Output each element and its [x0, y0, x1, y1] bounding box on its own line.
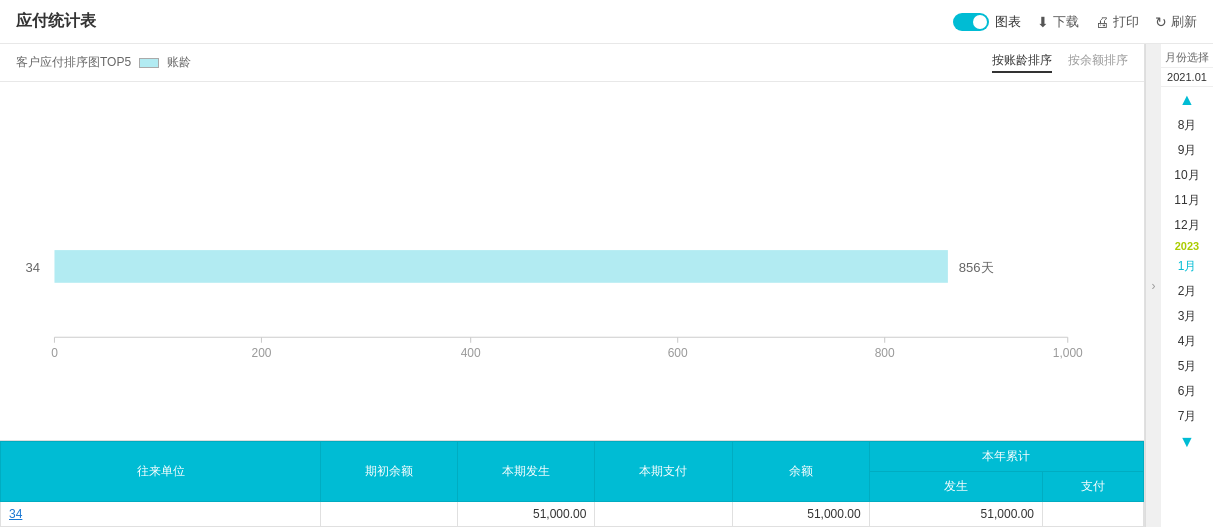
th-unit: 往来单位 — [1, 442, 321, 502]
chart-tabs: 按账龄排序 按余额排序 — [992, 52, 1128, 73]
th-period-balance: 期初余额 — [321, 442, 458, 502]
td-period-balance — [321, 502, 458, 527]
th-year-occur: 发生 — [869, 472, 1042, 502]
sidebar-year-label: 2023 — [1161, 238, 1213, 254]
sidebar-month-5[interactable]: 5月 — [1161, 354, 1213, 379]
chart-toggle-group: 图表 — [953, 13, 1021, 31]
table-area: 往来单位 期初余额 本期发生 本期支付 余额 本年累计 发生 支付 — [0, 440, 1144, 527]
chart-svg: 34 856天 0 200 400 600 800 1,000 — [0, 90, 1144, 432]
page-container: 应付统计表 图表 ⬇ 下载 🖨 打印 ↻ 刷新 — [0, 0, 1213, 527]
svg-text:200: 200 — [251, 346, 271, 360]
sidebar-down-button[interactable]: ▼ — [1161, 429, 1213, 455]
refresh-label: 刷新 — [1171, 13, 1197, 31]
main-content: 客户应付排序图TOP5 账龄 按账龄排序 按余额排序 34 856天 — [0, 44, 1213, 527]
refresh-button[interactable]: ↻ 刷新 — [1155, 13, 1197, 31]
download-icon: ⬇ — [1037, 14, 1049, 30]
sidebar-month-12[interactable]: 12月 — [1161, 213, 1213, 238]
sidebar-month-7[interactable]: 7月 — [1161, 404, 1213, 429]
th-balance: 余额 — [732, 442, 869, 502]
th-current-occur: 本期发生 — [458, 442, 595, 502]
td-current-pay — [595, 502, 732, 527]
td-unit[interactable]: 34 — [1, 502, 321, 527]
td-current-occur: 51,000.00 — [458, 502, 595, 527]
data-table: 往来单位 期初余额 本期发生 本期支付 余额 本年累计 发生 支付 — [0, 441, 1144, 527]
sidebar-title: 月份选择 — [1161, 44, 1213, 68]
svg-text:400: 400 — [461, 346, 481, 360]
sidebar-wrapper: › 月份选择 2021.01 ▲ 8月 9月 10月 11月 12月 2023 … — [1144, 44, 1213, 527]
print-icon: 🖨 — [1095, 14, 1109, 30]
sidebar: 月份选择 2021.01 ▲ 8月 9月 10月 11月 12月 2023 1月… — [1161, 44, 1213, 527]
td-year-occur: 51,000.00 — [869, 502, 1042, 527]
sidebar-up-button[interactable]: ▲ — [1161, 87, 1213, 113]
th-year-group: 本年累计 — [869, 442, 1143, 472]
th-current-pay: 本期支付 — [595, 442, 732, 502]
table-row: 34 51,000.00 51,000.00 51,000.00 — [1, 502, 1144, 527]
print-button[interactable]: 🖨 打印 — [1095, 13, 1139, 31]
sidebar-month-9[interactable]: 9月 — [1161, 138, 1213, 163]
sidebar-month-3[interactable]: 3月 — [1161, 304, 1213, 329]
svg-text:600: 600 — [668, 346, 688, 360]
svg-text:34: 34 — [25, 260, 40, 275]
chart-area: 34 856天 0 200 400 600 800 1,000 — [0, 82, 1144, 440]
sidebar-month-6[interactable]: 6月 — [1161, 379, 1213, 404]
svg-text:856天: 856天 — [959, 260, 994, 275]
chart-legend-box-label: 账龄 — [167, 54, 191, 71]
refresh-icon: ↻ — [1155, 14, 1167, 30]
chart-toggle[interactable] — [953, 13, 989, 31]
sidebar-month-4[interactable]: 4月 — [1161, 329, 1213, 354]
sidebar-month-8[interactable]: 8月 — [1161, 113, 1213, 138]
svg-text:0: 0 — [51, 346, 58, 360]
print-label: 打印 — [1113, 13, 1139, 31]
header: 应付统计表 图表 ⬇ 下载 🖨 打印 ↻ 刷新 — [0, 0, 1213, 44]
sidebar-date-display: 2021.01 — [1161, 68, 1213, 87]
svg-text:800: 800 — [875, 346, 895, 360]
chart-legend-label: 客户应付排序图TOP5 — [16, 54, 131, 71]
td-year-pay — [1043, 502, 1144, 527]
download-button[interactable]: ⬇ 下载 — [1037, 13, 1079, 31]
chart-section: 客户应付排序图TOP5 账龄 按账龄排序 按余额排序 34 856天 — [0, 44, 1144, 527]
legend-box — [139, 58, 159, 68]
th-year-pay: 支付 — [1043, 472, 1144, 502]
collapse-icon: › — [1152, 279, 1156, 293]
sidebar-month-11[interactable]: 11月 — [1161, 188, 1213, 213]
chart-legend: 客户应付排序图TOP5 账龄 — [16, 54, 191, 71]
bar-chart-bar — [54, 250, 947, 283]
page-title: 应付统计表 — [16, 11, 96, 32]
sidebar-month-10[interactable]: 10月 — [1161, 163, 1213, 188]
chart-header: 客户应付排序图TOP5 账龄 按账龄排序 按余额排序 — [0, 44, 1144, 82]
sidebar-collapse-button[interactable]: › — [1145, 44, 1161, 527]
chart-toggle-label: 图表 — [995, 13, 1021, 31]
svg-text:1,000: 1,000 — [1053, 346, 1083, 360]
td-balance: 51,000.00 — [732, 502, 869, 527]
sidebar-month-2[interactable]: 2月 — [1161, 279, 1213, 304]
sidebar-month-1[interactable]: 1月 — [1161, 254, 1213, 279]
header-actions: 图表 ⬇ 下载 🖨 打印 ↻ 刷新 — [953, 13, 1197, 31]
tab-sort-by-balance[interactable]: 按余额排序 — [1068, 52, 1128, 73]
download-label: 下载 — [1053, 13, 1079, 31]
tab-sort-by-age[interactable]: 按账龄排序 — [992, 52, 1052, 73]
